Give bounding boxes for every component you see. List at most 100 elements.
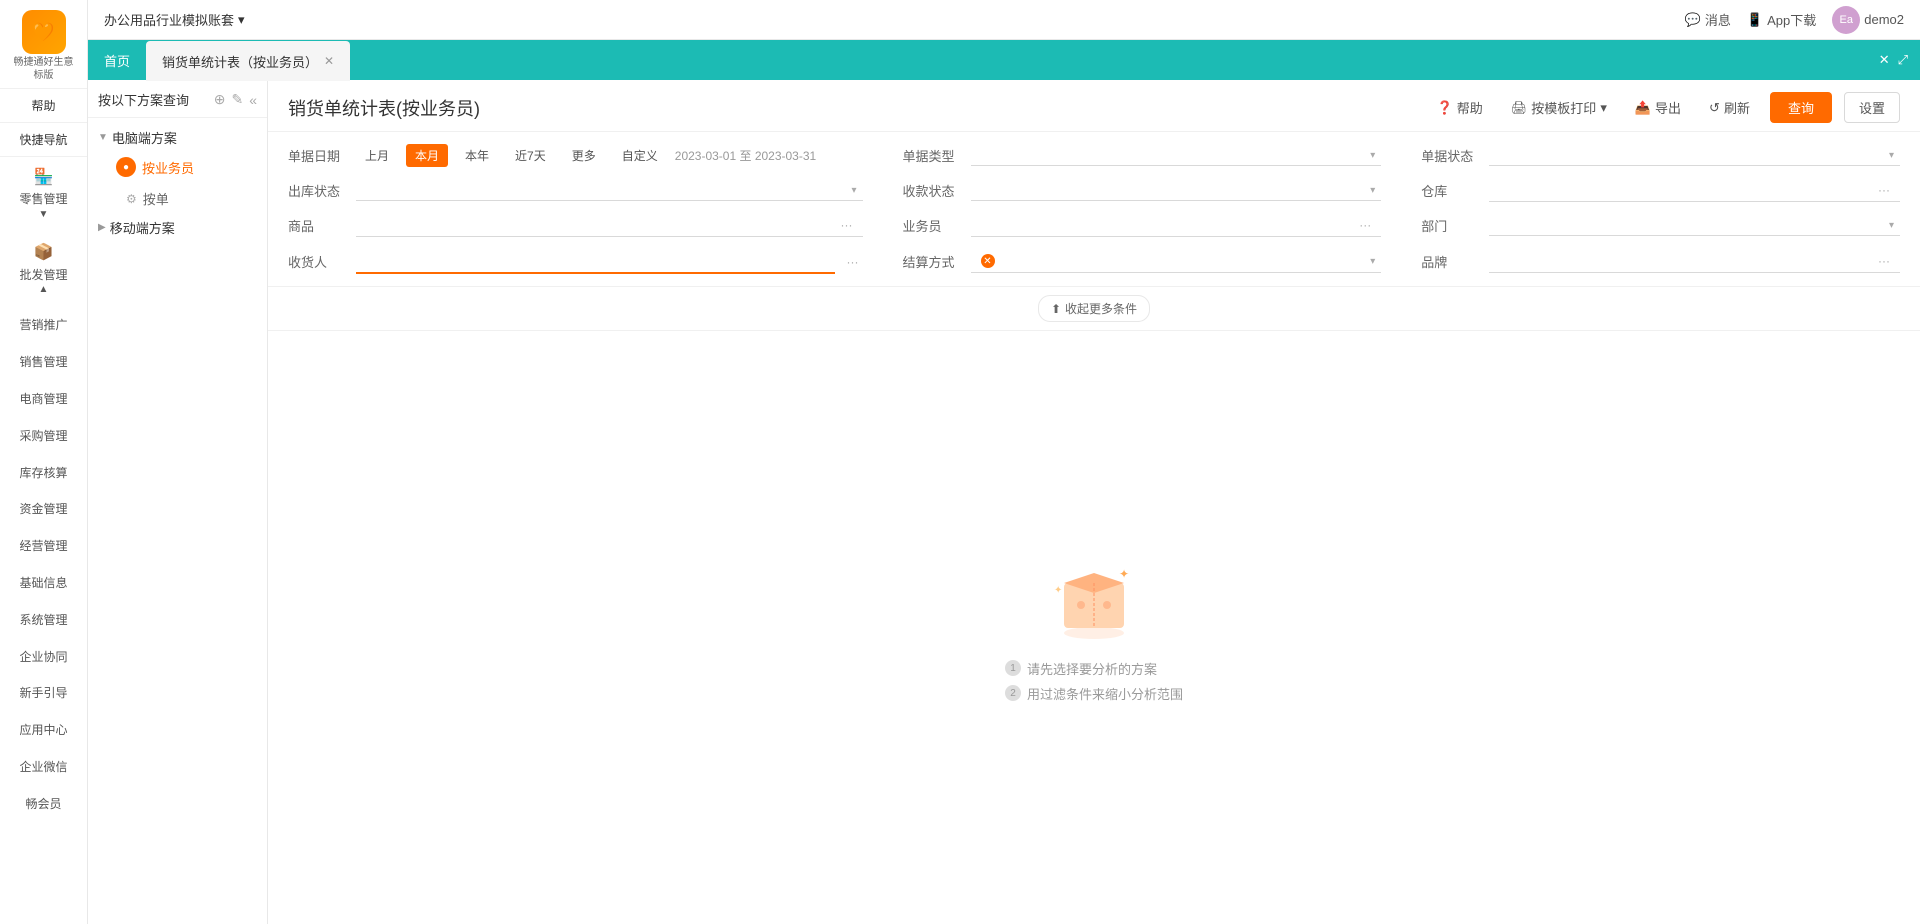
sidebar-item-apps[interactable]: 应用中心 <box>0 712 87 749</box>
report-tab-label: 销货单统计表（按业务员） <box>162 52 318 71</box>
collapse-conditions-button[interactable]: ⬆ 收起更多条件 <box>1038 295 1150 322</box>
payment-tag-close-icon[interactable]: ✕ <box>981 254 995 268</box>
sidebar-logo: 🧡 畅捷通好生意 标版 <box>0 0 87 89</box>
payment-filter-item: 结算方式 ✕ ▾ <box>903 250 1382 273</box>
export-label: 导出 <box>1655 98 1681 117</box>
hint-text-2: 用过滤条件来缩小分析范围 <box>1027 684 1183 703</box>
sidebar-item-retail[interactable]: 🏪 零售管理 ▼ <box>0 157 87 232</box>
date-range-display: 2023-03-01 至 2023-03-31 <box>675 147 816 164</box>
sidebar-search[interactable]: 帮助 <box>0 89 87 123</box>
brand-dots[interactable]: ··· <box>1874 254 1894 268</box>
warehouse-select[interactable]: ··· <box>1489 179 1900 202</box>
tab-close-icon[interactable]: ✕ <box>324 54 334 68</box>
scheme-item-salesman[interactable]: ● 按业务员 <box>88 151 267 183</box>
query-button[interactable]: 查询 <box>1770 92 1832 123</box>
department-select[interactable]: ▾ <box>1489 216 1900 236</box>
product-select[interactable]: ··· <box>356 214 863 237</box>
user-menu[interactable]: Ea demo2 <box>1832 6 1904 34</box>
doc-type-select[interactable]: ▾ <box>971 146 1382 166</box>
sidebar-item-operation[interactable]: 经营管理 <box>0 528 87 565</box>
svg-text:✦: ✦ <box>1119 567 1129 581</box>
date-btn-last-month[interactable]: 上月 <box>356 144 398 167</box>
doc-status-label: 单据状态 <box>1421 146 1481 165</box>
doc-status-filter-item: 单据状态 ▾ <box>1421 146 1900 166</box>
scheme-order-label: 按单 <box>143 189 169 208</box>
refresh-icon: ↺ <box>1709 100 1720 116</box>
date-btn-more[interactable]: 更多 <box>563 144 605 167</box>
topbar: 办公用品行业模拟账套 ▾ 💬 消息 📱 App下载 Ea demo2 <box>88 0 1920 40</box>
doc-status-arrow-icon: ▾ <box>1889 150 1894 161</box>
warehouse-dots[interactable]: ··· <box>1874 183 1894 197</box>
scheme-sub-order[interactable]: ⚙ 按单 <box>88 183 267 214</box>
date-btn-custom[interactable]: 自定义 <box>613 144 667 167</box>
app-download-button[interactable]: 📱 App下载 <box>1747 10 1816 29</box>
left-panel-header: 按以下方案查询 ⊕ ✎ « <box>88 80 267 118</box>
quick-nav-label[interactable]: 快捷导航 <box>6 131 81 148</box>
page-actions: ❓ 帮助 🖨 按模板打印 ▾ 📤 导出 ↺ 刷新 <box>1429 92 1900 123</box>
desktop-scheme-group[interactable]: ▼ 电脑端方案 <box>88 124 267 151</box>
close-window-icon[interactable]: ✕ <box>1879 52 1890 68</box>
empty-state: ✦ ✦ 1 请先选择要分析的方案 2 用过滤条件来缩小分析范围 <box>268 331 1920 924</box>
right-content: 销货单统计表(按业务员) ❓ 帮助 🖨 按模板打印 ▾ 📤 导出 <box>268 80 1920 924</box>
receiver-dots[interactable]: ··· <box>843 255 863 269</box>
settings-button[interactable]: 设置 <box>1844 92 1900 123</box>
dropdown-arrow-icon: ▾ <box>238 12 245 28</box>
brand-select[interactable]: ··· <box>1489 250 1900 273</box>
sidebar-item-member[interactable]: 畅会员 <box>0 786 87 823</box>
sidebar-nav: 🏪 零售管理 ▼ 📦 批发管理 ▲ 营销推广 销售管理 电商管理 采购管理 库存… <box>0 157 87 924</box>
sidebar-item-basic[interactable]: 基础信息 <box>0 565 87 602</box>
collapse-panel-button[interactable]: « <box>249 92 257 108</box>
out-status-arrow-icon: ▾ <box>851 185 856 196</box>
topbar-right: 💬 消息 📱 App下载 Ea demo2 <box>1685 6 1904 34</box>
product-dots[interactable]: ··· <box>837 218 857 232</box>
sidebar-item-wholesale[interactable]: 📦 批发管理 ▲ <box>0 232 87 307</box>
date-btn-this-year[interactable]: 本年 <box>456 144 498 167</box>
export-button[interactable]: 📤 导出 <box>1627 94 1689 121</box>
department-filter-item: 部门 ▾ <box>1421 216 1900 236</box>
print-button[interactable]: 🖨 按模板打印 ▾ <box>1503 94 1615 121</box>
sidebar-item-ecommerce[interactable]: 电商管理 <box>0 381 87 418</box>
warehouse-label: 仓库 <box>1421 181 1481 200</box>
collapse-up-icon: ⬆ <box>1051 302 1061 316</box>
industry-selector[interactable]: 办公用品行业模拟账套 ▾ <box>104 10 245 29</box>
edit-scheme-button[interactable]: ✎ <box>231 91 243 108</box>
tab-home[interactable]: 首页 <box>88 40 146 80</box>
payment-select[interactable]: ✕ ▾ <box>971 250 1382 273</box>
print-label: 按模板打印 <box>1531 98 1596 117</box>
date-btn-last7[interactable]: 近7天 <box>506 144 555 167</box>
add-scheme-button[interactable]: ⊕ <box>214 91 226 108</box>
sidebar-item-wechat[interactable]: 企业微信 <box>0 749 87 786</box>
sidebar-item-purchase[interactable]: 采购管理 <box>0 418 87 455</box>
out-status-select[interactable]: ▾ <box>356 181 863 201</box>
refresh-button[interactable]: ↺ 刷新 <box>1701 94 1758 121</box>
receipt-status-select[interactable]: ▾ <box>971 181 1382 201</box>
date-filter-item: 单据日期 上月 本月 本年 近7天 更多 自定义 2023-03-01 至 20… <box>288 144 863 167</box>
sidebar-item-system[interactable]: 系统管理 <box>0 602 87 639</box>
logo-text: 畅捷通好生意 标版 <box>6 56 81 82</box>
empty-state-content: ✦ ✦ 1 请先选择要分析的方案 2 用过滤条件来缩小分析范围 <box>1005 553 1183 703</box>
department-label: 部门 <box>1421 216 1481 235</box>
message-button[interactable]: 💬 消息 <box>1685 10 1731 29</box>
sidebar-item-sales[interactable]: 销售管理 <box>0 344 87 381</box>
sidebar-item-newbie[interactable]: 新手引导 <box>0 675 87 712</box>
tab-report[interactable]: 销货单统计表（按业务员） ✕ <box>146 41 350 81</box>
doc-type-filter-item: 单据类型 ▾ <box>903 146 1382 166</box>
sidebar-item-marketing[interactable]: 营销推广 <box>0 307 87 344</box>
maximize-icon[interactable]: ⤢ <box>1898 52 1908 68</box>
search-menu-label[interactable]: 帮助 <box>6 97 81 114</box>
sidebar-item-inventory[interactable]: 库存核算 <box>0 455 87 492</box>
mobile-scheme-group[interactable]: ▶ 移动端方案 <box>88 214 267 241</box>
salesman-dots[interactable]: ··· <box>1355 218 1375 232</box>
doc-status-select[interactable]: ▾ <box>1489 146 1900 166</box>
sidebar-item-enterprise[interactable]: 企业协同 <box>0 639 87 676</box>
brand-filter-item: 品牌 ··· <box>1421 250 1900 273</box>
sidebar-quick-nav[interactable]: 快捷导航 <box>0 123 87 157</box>
empty-hint-text: 1 请先选择要分析的方案 2 用过滤条件来缩小分析范围 <box>1005 659 1183 703</box>
help-icon: ❓ <box>1437 100 1453 116</box>
help-button[interactable]: ❓ 帮助 <box>1429 94 1491 121</box>
receiver-input[interactable] <box>356 249 835 274</box>
payment-arrow-icon: ▾ <box>1370 256 1375 267</box>
sidebar-item-finance[interactable]: 资金管理 <box>0 491 87 528</box>
salesman-select[interactable]: ··· <box>971 214 1382 237</box>
date-btn-this-month[interactable]: 本月 <box>406 144 448 167</box>
